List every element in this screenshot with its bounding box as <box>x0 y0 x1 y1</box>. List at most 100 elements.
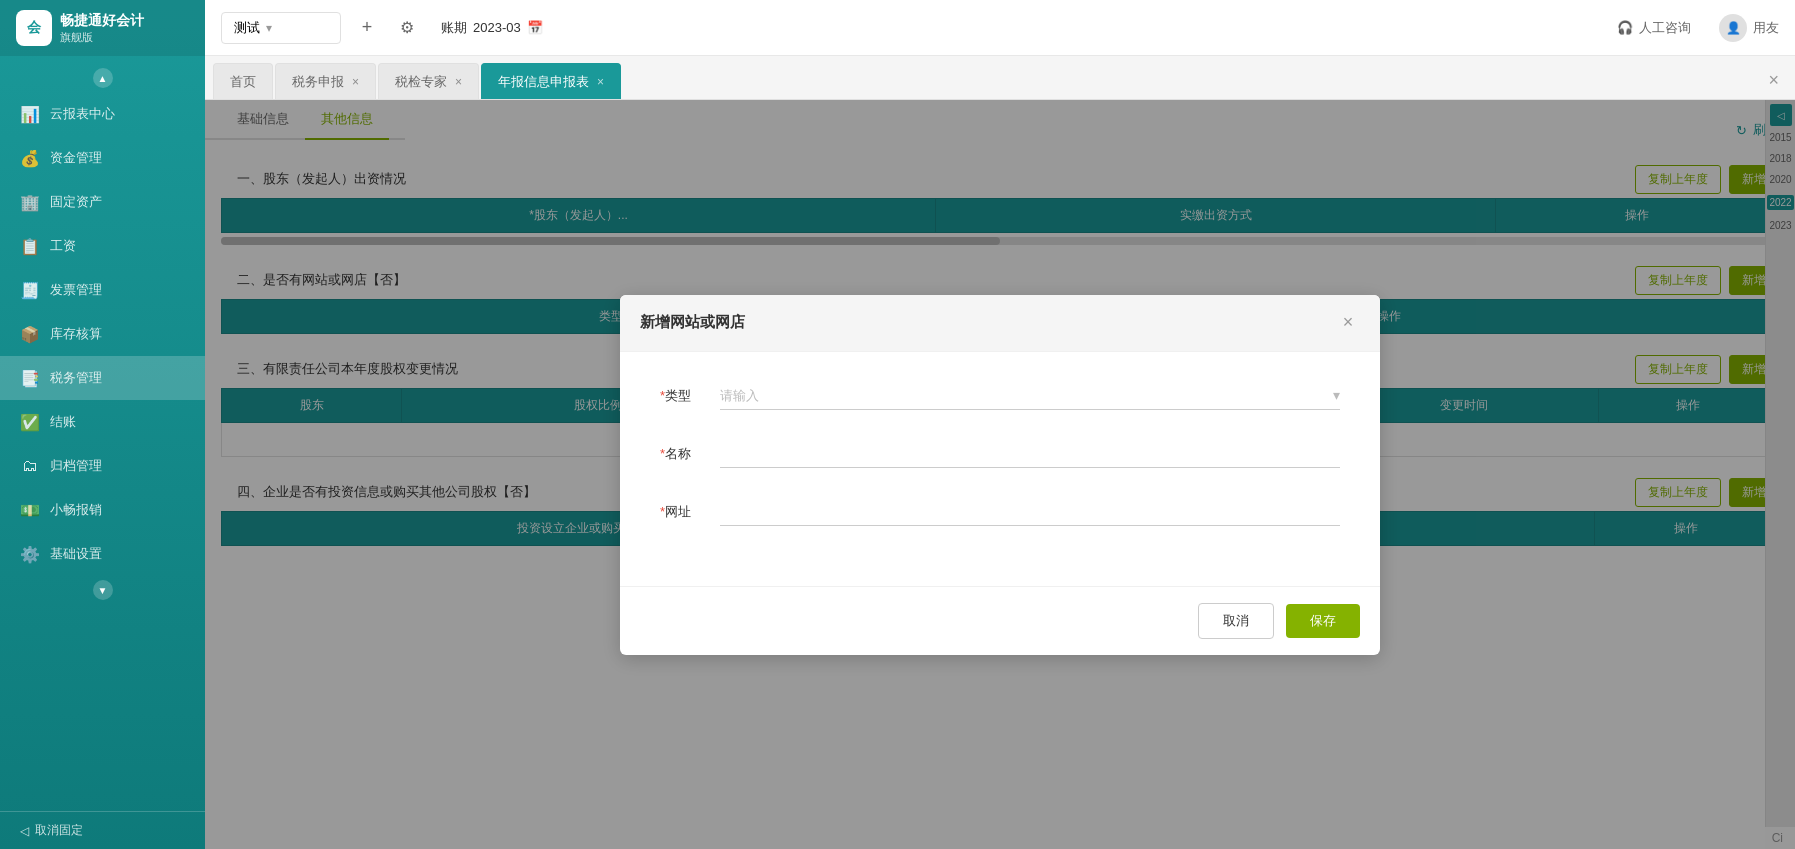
sidebar-item-label: 结账 <box>50 413 76 431</box>
tab-tax-filing-close[interactable]: × <box>352 75 359 89</box>
modal-close-button[interactable]: × <box>1336 311 1360 335</box>
sidebar-item-label: 云报表中心 <box>50 105 115 123</box>
calendar-icon[interactable]: 📅 <box>527 20 543 35</box>
window-close-button[interactable]: × <box>1760 62 1787 99</box>
sidebar-nav: ▲ 📊 云报表中心 💰 资金管理 🏢 固定资产 📋 工资 🧾 发票管理 📦 库存… <box>0 56 205 811</box>
cancel-button[interactable]: 取消 <box>1198 603 1274 639</box>
modal-footer: 取消 保存 <box>620 586 1380 655</box>
sidebar-item-tax[interactable]: 📑 税务管理 <box>0 356 205 400</box>
cancel-fixed-label: 取消固定 <box>35 822 83 839</box>
url-input-wrap <box>720 498 1340 526</box>
sidebar-cancel-fixed[interactable]: ◁ 取消固定 <box>0 811 205 849</box>
sidebar-item-label: 工资 <box>50 237 76 255</box>
type-input[interactable] <box>720 382 1333 409</box>
archive-icon: 🗂 <box>20 456 40 476</box>
period-label: 账期 <box>441 19 467 37</box>
type-input-wrap: ▾ <box>720 382 1340 410</box>
name-input-wrap <box>720 440 1340 468</box>
tab-bar: 首页 税务申报 × 税检专家 × 年报信息申报表 × × <box>205 56 1795 100</box>
topbar: 测试 ▾ + ⚙ 账期 2023-03 📅 🎧 人工咨询 👤 用友 <box>205 0 1795 56</box>
name-input[interactable] <box>720 440 1340 467</box>
sidebar-item-fixed-assets[interactable]: 🏢 固定资产 <box>0 180 205 224</box>
user-label: 用友 <box>1753 19 1779 37</box>
chevron-down-icon: ▾ <box>266 21 272 35</box>
pin-icon: ◁ <box>20 824 29 838</box>
user-button[interactable]: 👤 用友 <box>1719 14 1779 42</box>
content-area: 基础信息 其他信息 ↻ 刷新 一、股东（发起人）出资情况 <box>205 100 1795 849</box>
sidebar-item-accounting[interactable]: ✅ 结账 <box>0 400 205 444</box>
form-field-name: *名称 <box>660 440 1340 468</box>
period-display: 账期 2023-03 📅 <box>441 19 543 37</box>
payroll-icon: 📋 <box>20 236 40 256</box>
settings-icon: ⚙️ <box>20 544 40 564</box>
sidebar-scroll-up[interactable]: ▲ <box>93 68 113 88</box>
company-name: 测试 <box>234 19 260 37</box>
tab-tax-filing[interactable]: 税务申报 × <box>275 63 376 99</box>
logo-sub: 旗舰版 <box>60 30 144 45</box>
tab-tax-expert-close[interactable]: × <box>455 75 462 89</box>
sidebar: 会 畅捷通好会计 旗舰版 ▲ 📊 云报表中心 💰 资金管理 🏢 固定资产 📋 工… <box>0 0 205 849</box>
user-icon: 👤 <box>1726 21 1741 35</box>
logo-icon: 会 <box>16 10 52 46</box>
expense-icon: 💵 <box>20 500 40 520</box>
inventory-icon: 📦 <box>20 324 40 344</box>
tab-annual-report[interactable]: 年报信息申报表 × <box>481 63 621 99</box>
user-avatar: 👤 <box>1719 14 1747 42</box>
modal-title: 新增网站或网店 <box>640 313 745 332</box>
sidebar-item-label: 小畅报销 <box>50 501 102 519</box>
form-field-url: *网址 <box>660 498 1340 526</box>
modal-body: *类型 ▾ *名称 <box>620 352 1380 586</box>
sidebar-item-inventory[interactable]: 📦 库存核算 <box>0 312 205 356</box>
modal-overlay: 新增网站或网店 × *类型 ▾ <box>205 100 1795 849</box>
service-button[interactable]: 🎧 人工咨询 <box>1617 19 1691 37</box>
tab-home[interactable]: 首页 <box>213 63 273 99</box>
headset-icon: 🎧 <box>1617 20 1633 35</box>
required-mark-url: * <box>660 504 665 519</box>
tab-tax-filing-label: 税务申报 <box>292 73 344 91</box>
logo-text: 畅捷通好会计 <box>60 11 144 29</box>
sidebar-item-cloud-reports[interactable]: 📊 云报表中心 <box>0 92 205 136</box>
tax-icon: 📑 <box>20 368 40 388</box>
sidebar-item-label: 发票管理 <box>50 281 102 299</box>
sidebar-item-archive[interactable]: 🗂 归档管理 <box>0 444 205 488</box>
sidebar-item-label: 归档管理 <box>50 457 102 475</box>
form-label-name: *名称 <box>660 445 720 463</box>
tab-annual-report-close[interactable]: × <box>597 75 604 89</box>
form-label-type: *类型 <box>660 387 720 405</box>
main-area: 测试 ▾ + ⚙ 账期 2023-03 📅 🎧 人工咨询 👤 用友 首页 税务申… <box>205 0 1795 849</box>
tab-home-label: 首页 <box>230 73 256 91</box>
modal-header: 新增网站或网店 × <box>620 295 1380 352</box>
form-label-url: *网址 <box>660 503 720 521</box>
url-input[interactable] <box>720 498 1340 525</box>
tab-annual-report-label: 年报信息申报表 <box>498 73 589 91</box>
cloud-reports-icon: 📊 <box>20 104 40 124</box>
sidebar-item-invoice[interactable]: 🧾 发票管理 <box>0 268 205 312</box>
sidebar-item-settings[interactable]: ⚙️ 基础设置 <box>0 532 205 576</box>
sidebar-item-label: 基础设置 <box>50 545 102 563</box>
sidebar-item-label: 资金管理 <box>50 149 102 167</box>
save-button[interactable]: 保存 <box>1286 604 1360 638</box>
company-selector[interactable]: 测试 ▾ <box>221 12 341 44</box>
period-value: 2023-03 <box>473 20 521 35</box>
gear-button[interactable]: ⚙ <box>393 14 421 42</box>
required-mark-name: * <box>660 446 665 461</box>
form-field-type: *类型 ▾ <box>660 382 1340 410</box>
capital-icon: 💰 <box>20 148 40 168</box>
invoice-icon: 🧾 <box>20 280 40 300</box>
fixed-assets-icon: 🏢 <box>20 192 40 212</box>
sidebar-item-capital[interactable]: 💰 资金管理 <box>0 136 205 180</box>
sidebar-item-payroll[interactable]: 📋 工资 <box>0 224 205 268</box>
accounting-icon: ✅ <box>20 412 40 432</box>
sidebar-item-label: 库存核算 <box>50 325 102 343</box>
sidebar-logo: 会 畅捷通好会计 旗舰版 <box>0 0 205 56</box>
tab-tax-expert[interactable]: 税检专家 × <box>378 63 479 99</box>
tab-tax-expert-label: 税检专家 <box>395 73 447 91</box>
sidebar-item-expense[interactable]: 💵 小畅报销 <box>0 488 205 532</box>
sidebar-item-label: 固定资产 <box>50 193 102 211</box>
sidebar-item-label: 税务管理 <box>50 369 102 387</box>
sidebar-scroll-down[interactable]: ▼ <box>93 580 113 600</box>
service-label: 人工咨询 <box>1639 19 1691 37</box>
add-company-button[interactable]: + <box>353 14 381 42</box>
dropdown-chevron-icon[interactable]: ▾ <box>1333 387 1340 403</box>
modal-add-website: 新增网站或网店 × *类型 ▾ <box>620 295 1380 655</box>
